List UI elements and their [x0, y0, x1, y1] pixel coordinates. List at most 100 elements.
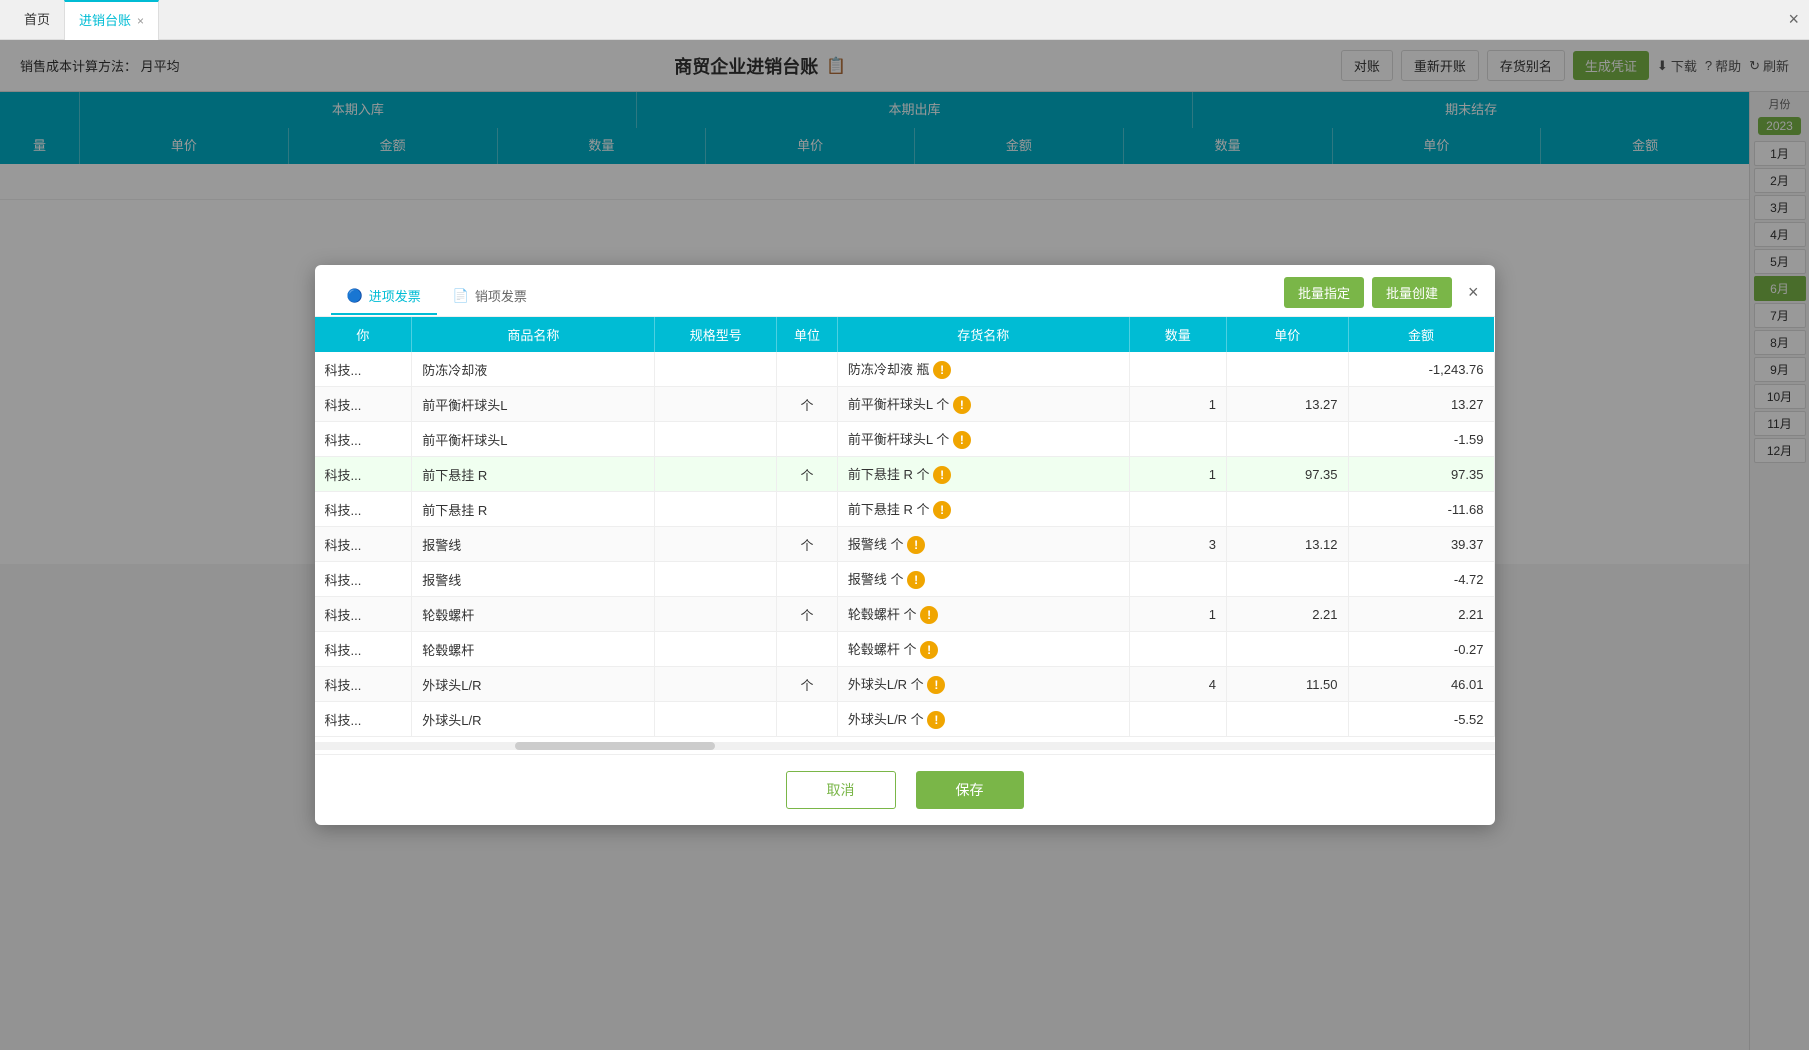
table-cell: 科技...: [315, 562, 412, 597]
table-cell: 科技...: [315, 597, 412, 632]
warning-icon[interactable]: !: [953, 431, 971, 449]
tab-active[interactable]: 进销台账 ×: [64, 0, 159, 40]
table-cell: 个: [777, 597, 838, 632]
table-cell: 报警线: [412, 562, 655, 597]
table-cell: 46.01: [1348, 667, 1494, 702]
tab-close-icon[interactable]: ×: [137, 1, 144, 41]
warning-icon[interactable]: !: [920, 641, 938, 659]
table-cell: 防冻冷却液 瓶 !: [837, 352, 1129, 387]
table-cell: 前下悬挂 R 个 !: [837, 492, 1129, 527]
table-cell: -0.27: [1348, 632, 1494, 667]
table-row: 科技...前平衡杆球头L前平衡杆球头L 个 !-1.59: [315, 422, 1495, 457]
inventory-name-text: 前平衡杆球头L 个: [848, 432, 953, 447]
table-cell: [777, 422, 838, 457]
table-cell: [1226, 562, 1348, 597]
table-cell: 个: [777, 457, 838, 492]
inventory-name-text: 报警线 个: [848, 537, 907, 552]
warning-icon[interactable]: !: [907, 571, 925, 589]
table-row: 科技...报警线个报警线 个 !313.1239.37: [315, 527, 1495, 562]
modal-header-actions: 批量指定 批量创建: [1284, 277, 1452, 316]
table-cell: [1129, 702, 1226, 737]
table-cell: [655, 387, 777, 422]
table-cell: [655, 632, 777, 667]
table-cell: 11.50: [1226, 667, 1348, 702]
window-close-icon[interactable]: ×: [1788, 9, 1799, 30]
modal-scrollbar-thumb[interactable]: [515, 742, 715, 750]
table-row: 科技...外球头L/R外球头L/R 个 !-5.52: [315, 702, 1495, 737]
modal-close-icon[interactable]: ×: [1468, 282, 1479, 311]
warning-icon[interactable]: !: [927, 676, 945, 694]
table-cell: 轮毂螺杆 个 !: [837, 632, 1129, 667]
warning-icon[interactable]: !: [933, 466, 951, 484]
table-cell: 个: [777, 527, 838, 562]
table-cell: 科技...: [315, 632, 412, 667]
batch-assign-button[interactable]: 批量指定: [1284, 277, 1364, 308]
table-cell: 科技...: [315, 457, 412, 492]
table-cell: 科技...: [315, 492, 412, 527]
table-row: 科技...前下悬挂 R前下悬挂 R 个 !-11.68: [315, 492, 1495, 527]
table-cell: 13.12: [1226, 527, 1348, 562]
table-cell: [1226, 702, 1348, 737]
warning-icon[interactable]: !: [927, 711, 945, 729]
table-cell: 前下悬挂 R: [412, 492, 655, 527]
warning-icon[interactable]: !: [953, 396, 971, 414]
tab-incoming-invoice[interactable]: 🔵 进项发票: [331, 278, 437, 315]
tab-home[interactable]: 首页: [10, 0, 64, 40]
table-cell: [1129, 352, 1226, 387]
table-cell: 报警线 个 !: [837, 562, 1129, 597]
table-cell: [1129, 632, 1226, 667]
table-cell: [655, 597, 777, 632]
batch-create-button[interactable]: 批量创建: [1372, 277, 1452, 308]
inventory-name-text: 防冻冷却液 瓶: [848, 362, 933, 377]
warning-icon[interactable]: !: [907, 536, 925, 554]
table-cell: 39.37: [1348, 527, 1494, 562]
table-cell: [655, 667, 777, 702]
table-cell: [777, 492, 838, 527]
table-cell: 前平衡杆球头L 个 !: [837, 387, 1129, 422]
inventory-name-text: 轮毂螺杆 个: [848, 642, 920, 657]
warning-icon[interactable]: !: [933, 501, 951, 519]
table-row: 科技...前下悬挂 R个前下悬挂 R 个 !197.3597.35: [315, 457, 1495, 492]
table-row: 科技...外球头L/R个外球头L/R 个 !411.5046.01: [315, 667, 1495, 702]
outgoing-label: 销项发票: [475, 286, 527, 305]
incoming-label: 进项发票: [369, 286, 421, 305]
inventory-name-text: 前下悬挂 R 个: [848, 467, 933, 482]
table-cell: [777, 632, 838, 667]
table-cell: [655, 492, 777, 527]
table-cell: [1226, 632, 1348, 667]
table-cell: 科技...: [315, 352, 412, 387]
table-row: 科技...前平衡杆球头L个前平衡杆球头L 个 !113.2713.27: [315, 387, 1495, 422]
table-cell: 4: [1129, 667, 1226, 702]
incoming-icon: 🔵: [347, 288, 363, 304]
table-cell: 前下悬挂 R: [412, 457, 655, 492]
table-cell: 个: [777, 667, 838, 702]
inventory-name-text: 外球头L/R 个: [848, 712, 927, 727]
table-cell: 13.27: [1226, 387, 1348, 422]
table-cell: 前平衡杆球头L: [412, 387, 655, 422]
modal-scrollbar[interactable]: [315, 742, 1495, 750]
cancel-button[interactable]: 取消: [786, 771, 896, 809]
table-cell: 外球头L/R: [412, 667, 655, 702]
table-cell: 个: [777, 387, 838, 422]
table-cell: 外球头L/R: [412, 702, 655, 737]
table-cell: [655, 562, 777, 597]
inventory-name-text: 前下悬挂 R 个: [848, 502, 933, 517]
modal-dialog: 🔵 进项发票 📄 销项发票 批量指定 批量创建 × 你 商品名称 规格型号: [315, 265, 1495, 825]
modal-table: 你 商品名称 规格型号 单位 存货名称 数量 单价 金额 科技...防冻冷却液防…: [315, 317, 1495, 742]
table-cell: 2.21: [1226, 597, 1348, 632]
warning-icon[interactable]: !: [933, 361, 951, 379]
table-cell: 前平衡杆球头L: [412, 422, 655, 457]
save-button[interactable]: 保存: [916, 771, 1024, 809]
table-cell: [777, 352, 838, 387]
table-cell: 前平衡杆球头L 个 !: [837, 422, 1129, 457]
invoice-table: 你 商品名称 规格型号 单位 存货名称 数量 单价 金额 科技...防冻冷却液防…: [315, 317, 1495, 737]
tab-outgoing-invoice[interactable]: 📄 销项发票: [437, 278, 543, 315]
table-cell: 外球头L/R 个 !: [837, 667, 1129, 702]
table-cell: 科技...: [315, 387, 412, 422]
th-product-name: 商品名称: [412, 317, 655, 352]
warning-icon[interactable]: !: [920, 606, 938, 624]
top-bar: 首页 进销台账 × ×: [0, 0, 1809, 40]
table-cell: 97.35: [1348, 457, 1494, 492]
modal-footer: 取消 保存: [315, 754, 1495, 825]
th-amount: 金额: [1348, 317, 1494, 352]
